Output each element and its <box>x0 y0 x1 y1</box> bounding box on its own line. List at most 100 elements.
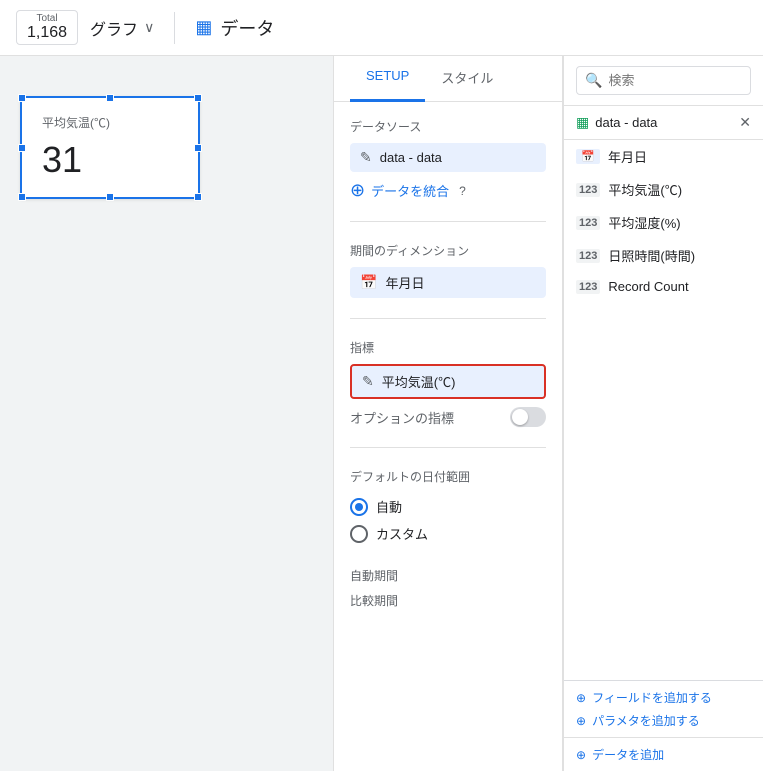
chart-type-label: グラフ <box>90 16 138 40</box>
field-item-humidity: 123 平均湿度(%) <box>564 206 763 239</box>
auto-label: 自動 <box>376 497 402 516</box>
datasource-row[interactable]: ✎ data - data <box>350 143 546 172</box>
handle-tr[interactable] <box>194 94 202 102</box>
plus-circle-icon: ⊕ <box>350 180 365 201</box>
widget-value: 31 <box>42 139 178 181</box>
add-field-link[interactable]: ⊕ フィールドを追加する <box>576 689 751 706</box>
custom-label: カスタム <box>376 524 428 543</box>
handle-bc[interactable] <box>106 193 114 201</box>
total-label: Total <box>36 13 57 24</box>
field-list: 📅 年月日 123 平均気温(℃) 123 平均湿度(%) 123 日照時間(時… <box>564 140 763 680</box>
radio-custom[interactable]: カスタム <box>350 520 546 547</box>
datasource-label: データソース <box>350 118 546 135</box>
search-box[interactable]: 🔍 <box>576 66 751 95</box>
total-box: Total 1,168 <box>16 10 78 45</box>
metric-name: 平均気温(℃) <box>382 372 456 391</box>
pencil-icon: ✎ <box>360 149 372 166</box>
field-item-temp: 123 平均気温(℃) <box>564 173 763 206</box>
auto-period-section: 自動期間 比較期間 <box>350 563 546 609</box>
top-bar: Total 1,168 グラフ ∨ ▦ データ <box>0 0 763 56</box>
radio-custom-circle[interactable] <box>350 525 368 543</box>
daterange-section: デフォルトの日付範囲 自動 カスタム <box>350 468 546 547</box>
add-data-label: データを統合 <box>371 181 449 200</box>
add-data-footer-label: データを追加 <box>592 746 664 763</box>
data-panel: 🔍 ▦ data - data ✕ 📅 年月日 123 平均気温(℃) 123 … <box>563 56 763 771</box>
close-icon[interactable]: ✕ <box>739 114 751 131</box>
search-icon: 🔍 <box>585 72 602 89</box>
divider-2 <box>350 318 546 319</box>
plus-data-icon: ⊕ <box>576 748 586 762</box>
tab-style[interactable]: スタイル <box>425 56 509 102</box>
compare-period-label: 比較期間 <box>350 592 546 609</box>
tab-setup[interactable]: SETUP <box>350 56 425 102</box>
add-param-label: パラメタを追加する <box>592 712 700 729</box>
field-name-humidity: 平均湿度(%) <box>608 213 680 232</box>
divider-3 <box>350 447 546 448</box>
widget-card[interactable]: 平均気温(℃) 31 <box>20 96 200 199</box>
field-name-temp: 平均気温(℃) <box>608 180 682 199</box>
optional-metric-toggle[interactable] <box>510 407 546 427</box>
total-value: 1,168 <box>27 24 67 42</box>
plus-field-icon: ⊕ <box>576 691 586 705</box>
canvas-area: 平均気温(℃) 31 <box>0 56 333 771</box>
tabs: SETUP スタイル <box>334 56 562 102</box>
setup-panel: SETUP スタイル データソース ✎ data - data ⊕ データを統合… <box>333 56 563 771</box>
data-source-name-row: ▦ data - data <box>576 114 657 131</box>
radio-auto[interactable]: 自動 <box>350 493 546 520</box>
optional-metric-label: オプションの指標 <box>350 408 454 427</box>
field-item-record-count: 123 Record Count <box>564 272 763 301</box>
datasource-section: データソース ✎ data - data ⊕ データを統合 ? <box>350 118 546 201</box>
data-section-label: データ <box>220 15 274 41</box>
data-source-label: data - data <box>595 115 657 130</box>
handle-br[interactable] <box>194 193 202 201</box>
field-type-123-icon-4: 123 <box>576 280 600 294</box>
widget-label: 平均気温(℃) <box>42 114 178 131</box>
field-type-123-icon-3: 123 <box>576 249 600 263</box>
handle-tl[interactable] <box>18 94 26 102</box>
plus-param-icon: ⊕ <box>576 714 586 728</box>
field-name-sunshine: 日照時間(時間) <box>608 246 695 265</box>
handle-ml[interactable] <box>18 144 26 152</box>
radio-auto-circle[interactable] <box>350 498 368 516</box>
field-name-date: 年月日 <box>608 147 647 166</box>
data-section-title: ▦ データ <box>195 15 274 41</box>
data-source-header: ▦ data - data ✕ <box>564 106 763 140</box>
dimension-label: 期間のディメンション <box>350 242 546 259</box>
add-data-footer: ⊕ データを追加 <box>564 737 763 771</box>
panel-body: データソース ✎ data - data ⊕ データを統合 ? 期間のディメンシ… <box>334 102 562 625</box>
field-name-record-count: Record Count <box>608 279 688 294</box>
data-panel-footer: ⊕ フィールドを追加する ⊕ パラメタを追加する <box>564 680 763 737</box>
dimension-row[interactable]: 📅 年月日 <box>350 267 546 298</box>
chart-type-selector[interactable]: グラフ ∨ <box>90 16 154 40</box>
calendar-icon: 📅 <box>360 274 377 291</box>
metric-row[interactable]: ✎ 平均気温(℃) <box>350 364 546 399</box>
field-type-123-icon-2: 123 <box>576 216 600 230</box>
field-type-123-icon-1: 123 <box>576 183 600 197</box>
datasource-name: data - data <box>380 150 442 165</box>
handle-mr[interactable] <box>194 144 202 152</box>
metric-edit-icon: ✎ <box>362 373 374 390</box>
data-panel-header: 🔍 <box>564 56 763 106</box>
auto-period-label: 自動期間 <box>350 567 546 584</box>
toggle-row: オプションの指標 <box>350 407 546 427</box>
dimension-section: 期間のディメンション 📅 年月日 <box>350 242 546 298</box>
top-divider <box>174 12 175 44</box>
field-type-date-icon: 📅 <box>576 149 600 164</box>
table-icon: ▦ <box>576 114 589 131</box>
search-input[interactable] <box>608 73 742 88</box>
field-item-date: 📅 年月日 <box>564 140 763 173</box>
help-icon: ? <box>459 184 466 198</box>
handle-tc[interactable] <box>106 94 114 102</box>
add-param-link[interactable]: ⊕ パラメタを追加する <box>576 712 751 729</box>
add-field-label: フィールドを追加する <box>592 689 712 706</box>
add-data-footer-link[interactable]: ⊕ データを追加 <box>576 746 751 763</box>
add-data-row[interactable]: ⊕ データを統合 ? <box>350 180 546 201</box>
grid-icon: ▦ <box>195 17 212 38</box>
handle-bl[interactable] <box>18 193 26 201</box>
daterange-label: デフォルトの日付範囲 <box>350 468 546 485</box>
metric-section: 指標 ✎ 平均気温(℃) オプションの指標 <box>350 339 546 427</box>
field-item-sunshine: 123 日照時間(時間) <box>564 239 763 272</box>
main-content: 平均気温(℃) 31 SETUP スタイル データソース ✎ data - da… <box>0 56 763 771</box>
divider-1 <box>350 221 546 222</box>
chevron-down-icon: ∨ <box>144 19 154 36</box>
